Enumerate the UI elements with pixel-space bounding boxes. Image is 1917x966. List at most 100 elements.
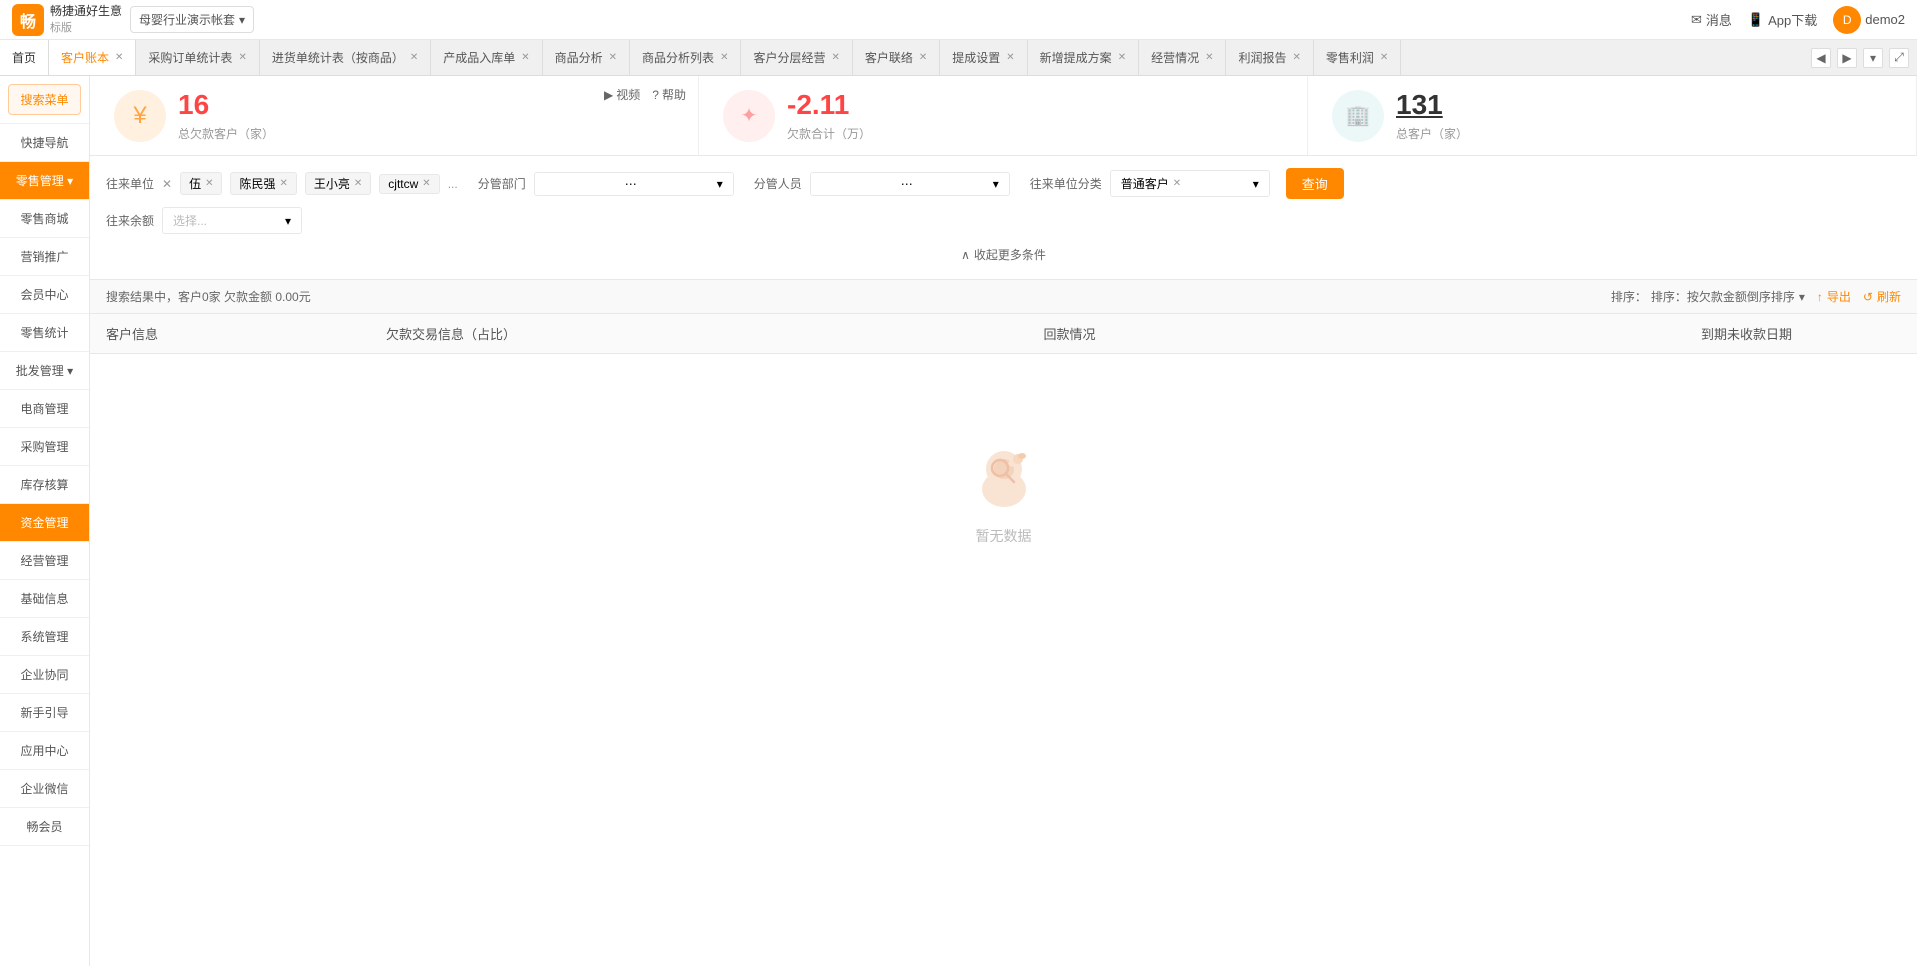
sidebar-item-retail-stats[interactable]: 零售统计 bbox=[0, 314, 89, 352]
filter-tag-wang[interactable]: 王小亮✕ bbox=[305, 172, 371, 195]
tab-menu[interactable]: ▾ bbox=[1863, 48, 1883, 68]
filter-unit-category-select[interactable]: 普通客户 ✕ ▾ bbox=[1110, 170, 1270, 197]
tab-close-icon[interactable]: ✕ bbox=[831, 52, 839, 63]
sidebar-item-wechat[interactable]: 企业微信 bbox=[0, 770, 89, 808]
sidebar-item-retail-mall[interactable]: 零售商城 bbox=[0, 200, 89, 238]
tab-close-icon[interactable]: ✕ bbox=[1118, 52, 1126, 63]
refresh-btn[interactable]: ↺ 刷新 bbox=[1863, 288, 1901, 305]
table-header: 客户信息 欠款交易信息（占比） 回款情况 到期未收款日期 bbox=[90, 314, 1917, 354]
result-actions: 排序： 排序：按欠款金额倒序排序 ▾ ↑ 导出 ↺ 刷新 bbox=[1611, 288, 1901, 305]
empty-icon bbox=[964, 434, 1044, 514]
logo-text: 畅捷通好生意 标版 bbox=[50, 4, 122, 36]
stat-icon-debt: ✦ bbox=[723, 90, 775, 142]
filter-category-tag[interactable]: 普通客户 ✕ bbox=[1121, 175, 1181, 192]
tab-close-icon[interactable]: ✕ bbox=[410, 52, 418, 63]
tab-close-icon[interactable]: ✕ bbox=[609, 52, 617, 63]
tab-product-inbound[interactable]: 产成品入库单 ✕ bbox=[431, 40, 542, 76]
result-bar: 搜索结果中，客户0家 欠款金额 0.00元 排序： 排序：按欠款金额倒序排序 ▾… bbox=[90, 280, 1917, 314]
tab-scroll-right[interactable]: ▶ bbox=[1837, 48, 1857, 68]
table-area: 客户信息 欠款交易信息（占比） 回款情况 到期未收款日期 bbox=[90, 314, 1917, 966]
help-link[interactable]: ? 帮助 bbox=[652, 86, 686, 103]
sidebar-item-member-center[interactable]: 会员中心 bbox=[0, 276, 89, 314]
filter-person-label: 分管人员 bbox=[754, 175, 802, 192]
filter-tag-cjttcw[interactable]: cjttcw✕ bbox=[379, 174, 439, 194]
query-btn[interactable]: 查询 bbox=[1286, 168, 1344, 199]
app-download-btn[interactable]: 📱 App下载 bbox=[1748, 10, 1817, 29]
sidebar-item-marketing[interactable]: 营销推广 bbox=[0, 238, 89, 276]
tab-purchase-order[interactable]: 采购订单统计表 ✕ bbox=[136, 40, 259, 76]
filter-row-2: 往来余额 选择... ▾ bbox=[106, 207, 1901, 234]
sidebar-item-basic-info[interactable]: 基础信息 bbox=[0, 580, 89, 618]
col-due-date: 到期未收款日期 bbox=[1701, 324, 1901, 343]
sort-select[interactable]: 排序： 排序：按欠款金额倒序排序 ▾ bbox=[1611, 288, 1805, 305]
filter-balance-select[interactable]: 选择... ▾ bbox=[162, 207, 302, 234]
tab-close-icon[interactable]: ✕ bbox=[115, 52, 123, 63]
result-summary: 搜索结果中，客户0家 欠款金额 0.00元 bbox=[106, 288, 311, 305]
tab-close-icon[interactable]: ✕ bbox=[521, 52, 529, 63]
top-bar-right: ✉ 消息 📱 App下载 D demo2 bbox=[1691, 6, 1905, 34]
col-customer-info: 客户信息 bbox=[106, 324, 386, 343]
tab-customer-ledger[interactable]: 客户账本 ✕ bbox=[49, 40, 136, 76]
tab-profit-report[interactable]: 利润报告 ✕ bbox=[1226, 40, 1313, 76]
tab-scroll-left[interactable]: ◀ bbox=[1811, 48, 1831, 68]
sidebar-item-member[interactable]: 畅会员 bbox=[0, 808, 89, 846]
stat-total-debt-amount: ✦ -2.11 欠款合计（万） bbox=[699, 76, 1308, 155]
tab-product-analysis-list[interactable]: 商品分析列表 ✕ bbox=[630, 40, 741, 76]
collapse-btn[interactable]: ∧ 收起更多条件 bbox=[106, 242, 1901, 267]
tab-close-icon[interactable]: ✕ bbox=[1205, 52, 1213, 63]
message-btn[interactable]: ✉ 消息 bbox=[1691, 10, 1732, 29]
stat-text-2: -2.11 欠款合计（万） bbox=[787, 89, 871, 142]
filter-row-1: 往来单位 ✕ 伍✕ 陈民强✕ 王小亮✕ cjttcw✕ ... 分管部门 ⋯ ▾… bbox=[106, 168, 1901, 199]
sidebar-item-guide[interactable]: 新手引导 bbox=[0, 694, 89, 732]
stat-total-customers: 🏢 131 总客户（家） bbox=[1308, 76, 1917, 155]
quick-nav-btn[interactable]: 快捷导航 bbox=[0, 124, 89, 162]
filter-more-btn[interactable]: ... bbox=[448, 177, 458, 191]
tab-retail-profit[interactable]: 零售利润 ✕ bbox=[1314, 40, 1401, 76]
sidebar-item-system[interactable]: 系统管理 bbox=[0, 618, 89, 656]
tab-inventory-stats[interactable]: 进货单统计表（按商品） ✕ bbox=[260, 40, 431, 76]
filter-tag-chen[interactable]: 陈民强✕ bbox=[230, 172, 296, 195]
filter-unit-category-label: 往来单位分类 bbox=[1030, 175, 1102, 192]
tab-close-icon[interactable]: ✕ bbox=[238, 52, 246, 63]
tab-close-icon[interactable]: ✕ bbox=[919, 52, 927, 63]
sidebar-item-retail-mgmt[interactable]: 零售管理 ▾ bbox=[0, 162, 89, 200]
empty-state: 暂无数据 bbox=[90, 354, 1917, 626]
tab-new-commission[interactable]: 新增提成方案 ✕ bbox=[1028, 40, 1139, 76]
sidebar-item-app-center[interactable]: 应用中心 bbox=[0, 732, 89, 770]
user-menu[interactable]: D demo2 bbox=[1833, 6, 1905, 34]
tab-close-icon[interactable]: ✕ bbox=[1006, 52, 1014, 63]
tab-close-icon[interactable]: ✕ bbox=[1293, 52, 1301, 63]
sidebar-item-ecommerce[interactable]: 电商管理 bbox=[0, 390, 89, 428]
tab-customer-tier[interactable]: 客户分层经营 ✕ bbox=[741, 40, 852, 76]
tab-commission-settings[interactable]: 提成设置 ✕ bbox=[940, 40, 1027, 76]
sidebar-item-inventory[interactable]: 库存核算 bbox=[0, 466, 89, 504]
video-link[interactable]: ▶ 视频 bbox=[604, 86, 640, 103]
sidebar-item-enterprise[interactable]: 企业协同 bbox=[0, 656, 89, 694]
avatar: D bbox=[1833, 6, 1861, 34]
tab-product-analysis[interactable]: 商品分析 ✕ bbox=[543, 40, 630, 76]
tab-close-icon[interactable]: ✕ bbox=[720, 52, 728, 63]
stat-icon-money: ¥ bbox=[114, 90, 166, 142]
filter-tag-wu[interactable]: 伍✕ bbox=[180, 172, 222, 195]
search-menu-btn[interactable]: 搜索菜单 bbox=[8, 84, 81, 115]
tab-fullscreen[interactable]: ⤢ bbox=[1889, 48, 1909, 68]
stat-text-3: 131 总客户（家） bbox=[1396, 89, 1468, 142]
export-btn[interactable]: ↑ 导出 bbox=[1817, 288, 1851, 305]
filter-person-select[interactable]: ⋯ ▾ bbox=[810, 172, 1010, 196]
tab-home[interactable]: 首页 bbox=[0, 40, 49, 76]
filter-balance-label: 往来余额 bbox=[106, 212, 154, 229]
tab-operations[interactable]: 经营情况 ✕ bbox=[1139, 40, 1226, 76]
col-repayment: 回款情况 bbox=[1044, 324, 1702, 343]
main-layout: 搜索菜单 快捷导航 零售管理 ▾ 零售商城 营销推广 会员中心 零售统计 批发管… bbox=[0, 76, 1917, 966]
filter-dept-select[interactable]: ⋯ ▾ bbox=[534, 172, 734, 196]
account-selector[interactable]: 母婴行业演示帐套 ▾ bbox=[130, 6, 254, 33]
stat-video-help: ▶ 视频 ? 帮助 bbox=[604, 86, 686, 103]
sidebar-item-finance[interactable]: 资金管理 bbox=[0, 504, 89, 542]
sidebar-item-purchase[interactable]: 采购管理 bbox=[0, 428, 89, 466]
filter-dept-label: 分管部门 bbox=[478, 175, 526, 192]
tab-close-icon[interactable]: ✕ bbox=[1380, 52, 1388, 63]
tab-customer-contact[interactable]: 客户联络 ✕ bbox=[853, 40, 940, 76]
sidebar-item-wholesale[interactable]: 批发管理 ▾ bbox=[0, 352, 89, 390]
top-bar: 畅 畅捷通好生意 标版 母婴行业演示帐套 ▾ ✉ 消息 📱 App下载 D de… bbox=[0, 0, 1917, 40]
sidebar-item-operations[interactable]: 经营管理 bbox=[0, 542, 89, 580]
